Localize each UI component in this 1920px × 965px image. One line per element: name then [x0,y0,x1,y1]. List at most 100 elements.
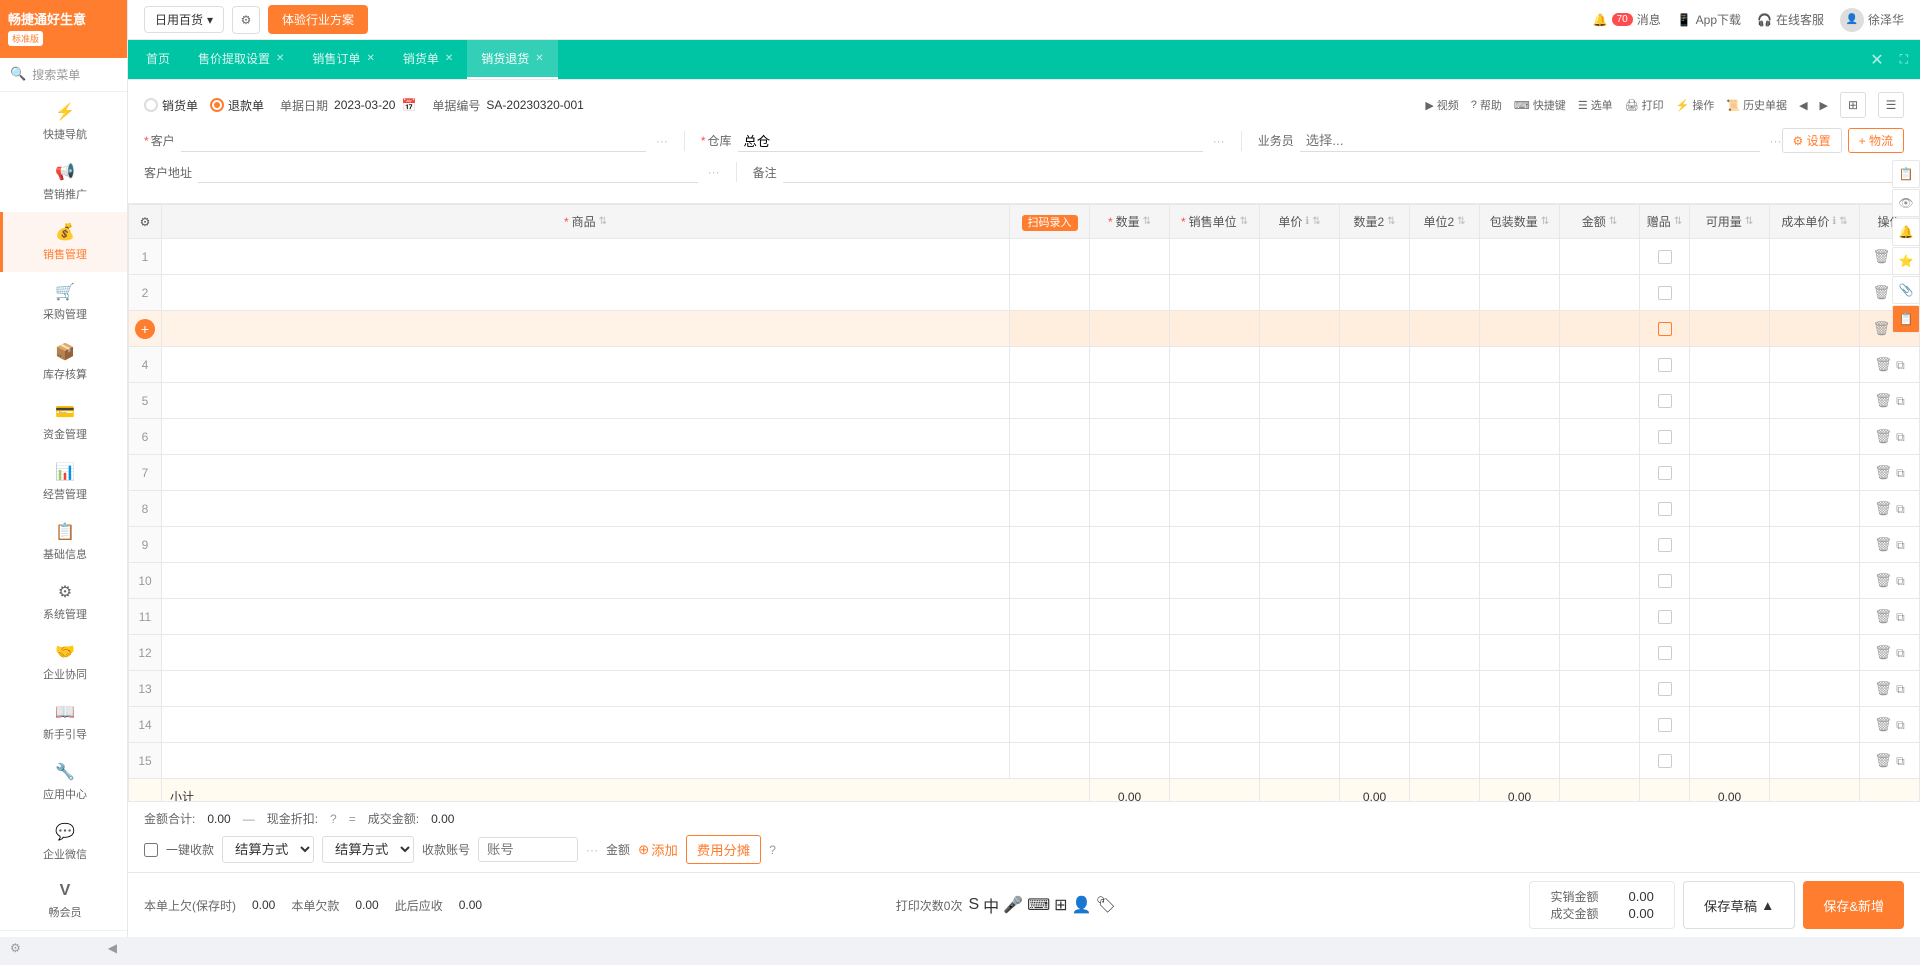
header-gear-button[interactable]: ⚙ [232,6,260,34]
sidebar-item-xiaoshou[interactable]: 💰 销售管理 [0,212,127,272]
tab-home[interactable]: 首页 [132,40,184,79]
amount-cell[interactable] [1560,275,1640,311]
sidebar-item-xitong[interactable]: ⚙ 系统管理 [0,572,127,632]
delete-row-button[interactable]: 🗑 [1874,608,1892,624]
shortcut-btn[interactable]: ⌨ 快捷键 [1514,97,1566,113]
qty-cell[interactable] [1090,239,1170,275]
unit-cell[interactable] [1170,311,1260,347]
industry-dropdown[interactable]: 日用百货 ▾ [144,6,224,33]
sidebar-item-yingyong[interactable]: 🔧 应用中心 [0,752,127,812]
calc-method-select[interactable]: 结算方式 [322,836,414,863]
gift-checkbox[interactable] [1658,538,1672,552]
rfloat-btn-2[interactable]: 👁 [1892,189,1920,217]
cost-price-cell[interactable] [1770,275,1860,311]
copy-row-button[interactable]: ⧉ [1896,538,1905,552]
settings-btn[interactable]: ⚙ 设置 [1782,128,1842,153]
qty2-cell[interactable] [1340,311,1410,347]
sidebar-item-weixin[interactable]: 💬 企业微信 [0,812,127,872]
tab-price-settings[interactable]: 售价提取设置 ✕ [184,40,298,79]
sidebar-item-kucun[interactable]: 📦 库存核算 [0,332,127,392]
avail-cell[interactable] [1690,239,1770,275]
qty-cell[interactable] [1090,311,1170,347]
delete-row-button[interactable]: 🗑 [1874,716,1892,732]
product-cell[interactable] [162,743,1010,779]
account-input[interactable] [478,837,578,862]
salesperson-input[interactable] [1300,130,1760,152]
delete-row-button[interactable]: 🗑 [1874,536,1892,552]
cost-price-cell[interactable] [1770,311,1860,347]
radio-sales-return[interactable]: 退款单 [210,97,264,114]
sidebar-item-jingying[interactable]: 📊 经营管理 [0,452,127,512]
qty2-cell[interactable] [1340,239,1410,275]
delete-row-button[interactable]: 🗑 [1874,464,1892,480]
save-new-button[interactable]: 保存&新增 [1803,881,1904,929]
gift-checkbox[interactable] [1658,286,1672,300]
unit2-cell[interactable] [1410,311,1480,347]
sort-icon[interactable]: ⇅ [1312,216,1320,227]
product-cell[interactable] [162,563,1010,599]
unit2-cell[interactable] [1410,275,1480,311]
delete-row-button[interactable]: 🗑 [1874,572,1892,588]
delete-row-button[interactable]: 🗑 [1874,752,1892,768]
print-btn[interactable]: 🖨 打印 [1625,97,1664,113]
amount-cell[interactable] [1560,239,1640,275]
save-draft-button[interactable]: 保存草稿 ▲ [1683,881,1796,929]
close-all-tabs-button[interactable]: ✕ [1862,46,1891,74]
sidebar-item-caigou[interactable]: 🛒 采购管理 [0,272,127,332]
product-input[interactable] [168,321,1003,336]
product-cell[interactable] [162,707,1010,743]
sidebar-item-zijin[interactable]: 💳 资金管理 [0,392,127,452]
expand-tabs-button[interactable]: ⛶ [1892,48,1916,71]
sort-icon[interactable]: ⇅ [1541,216,1549,227]
sidebar-item-kuaijie[interactable]: ⚡ 快捷导航 [0,92,127,152]
sort-icon[interactable]: ⇅ [1143,216,1151,227]
product-cell[interactable] [162,635,1010,671]
copy-row-button[interactable]: ⧉ [1896,394,1905,408]
product-cell[interactable] [162,275,1010,311]
product-cell[interactable] [162,671,1010,707]
tab-sales-order[interactable]: 销售订单 ✕ [298,40,388,79]
tab-close-icon[interactable]: ✕ [535,53,543,64]
price-cell[interactable] [1260,311,1340,347]
tab-close-icon[interactable]: ✕ [445,53,453,64]
pack-qty-cell[interactable] [1480,275,1560,311]
copy-row-button[interactable]: ⧉ [1896,718,1905,732]
one-click-collect-checkbox[interactable] [144,843,158,857]
pack-qty-cell[interactable] [1480,239,1560,275]
delete-row-button[interactable]: 🗑 [1874,392,1892,408]
gift-checkbox[interactable] [1658,574,1672,588]
settlement-method-select[interactable]: 结算方式 [222,836,314,863]
amount-cell[interactable] [1560,311,1640,347]
unit2-cell[interactable] [1410,239,1480,275]
gift-checkbox[interactable] [1658,502,1672,516]
calendar-icon[interactable]: 📅 [401,98,416,112]
collapse-icon[interactable]: ◀ [108,941,117,955]
tab-close-icon[interactable]: ✕ [366,53,374,64]
unit-cell[interactable] [1170,275,1260,311]
info-icon[interactable]: ℹ [1832,216,1836,227]
qty-cell[interactable] [1090,275,1170,311]
sort-icon[interactable]: ⇅ [1609,216,1617,227]
tab-close-icon[interactable]: ✕ [276,53,284,64]
app-download-link[interactable]: 📱 App下载 [1677,11,1741,28]
sidebar-item-member[interactable]: V 畅会员 [0,872,127,930]
gift-checkbox[interactable] [1658,358,1672,372]
delete-row-button[interactable]: 🗑 [1873,284,1891,300]
copy-row-button[interactable]: ⧉ [1896,610,1905,624]
split-help-icon[interactable]: ? [769,843,776,857]
rfloat-btn-5[interactable]: 📎 [1892,276,1920,304]
user-profile[interactable]: 👤 徐泽华 [1840,8,1904,32]
add-row-button[interactable]: + [135,319,155,339]
sort-icon[interactable]: ⇅ [1745,216,1753,227]
copy-row-button[interactable]: ⧉ [1896,430,1905,444]
copy-row-button[interactable]: ⧉ [1896,682,1905,696]
sidebar-item-jichu[interactable]: 📋 基础信息 [0,512,127,572]
copy-row-button[interactable]: ⧉ [1896,502,1905,516]
price-cell[interactable] [1260,275,1340,311]
product-cell[interactable] [162,383,1010,419]
product-cell[interactable] [162,599,1010,635]
add-cost-button[interactable]: ⊕ 添加 [638,840,678,859]
sort-icon[interactable]: ⇅ [599,216,607,227]
product-cell[interactable] [162,527,1010,563]
tab-sales-delivery[interactable]: 销货单 ✕ [389,40,467,79]
